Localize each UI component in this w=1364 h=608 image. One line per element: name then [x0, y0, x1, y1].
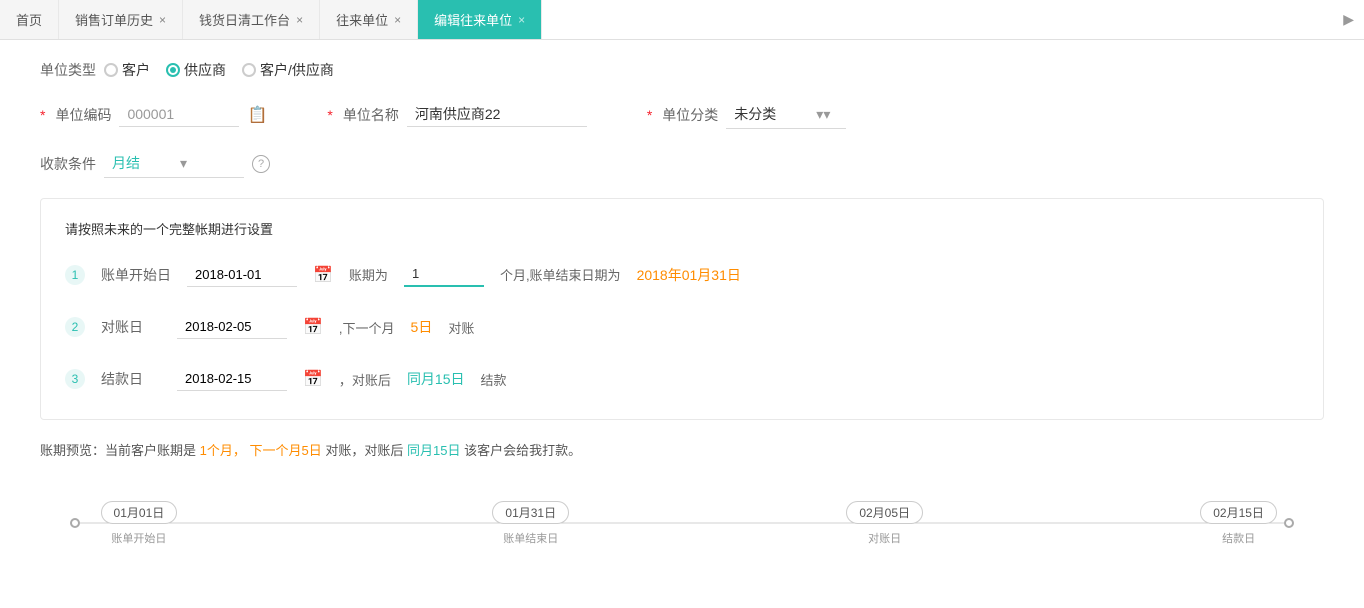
calendar-icon-2[interactable]: 📅: [303, 317, 323, 337]
period-prefix: 账期为: [349, 265, 388, 284]
period-unit: 个月,账单结束日期为: [500, 265, 621, 284]
unit-category-value: 未分类: [734, 104, 776, 124]
copy-icon[interactable]: 📋: [247, 105, 267, 125]
tab-scroll-arrow[interactable]: ▶: [1333, 0, 1364, 39]
unit-code-label: 单位编码: [55, 105, 111, 125]
chevron-down-icon: ▾: [180, 155, 187, 172]
timeline-dot-left: [70, 518, 80, 528]
timeline-node-box-4: 02月15日: [1200, 501, 1277, 524]
row-item-2: 2 对账日 📅 ,下一个月 5日 对账: [65, 315, 1299, 339]
payment-terms-value: 月结: [112, 153, 140, 173]
reconcile-date-input[interactable]: [177, 315, 287, 339]
preview-reconcile-suffix: 对账，对账后: [325, 443, 403, 458]
timeline-label-4: 结款日: [1222, 530, 1255, 546]
row-item-1: 1 账单开始日 📅 账期为 个月,账单结束日期为 2018年01月31日: [65, 262, 1299, 287]
close-icon[interactable]: ×: [394, 13, 401, 27]
timeline-node-3: 02月05日 对账日: [846, 483, 923, 563]
preview-payment-suffix: 该客户会给我打款。: [464, 443, 581, 458]
radio-label-customer-supplier: 客户/供应商: [260, 60, 334, 80]
field-label-3: 结款日: [101, 369, 161, 389]
radio-circle-supplier: [166, 63, 180, 77]
unit-name-input[interactable]: [407, 102, 587, 127]
tab-partners[interactable]: 往来单位 ×: [320, 0, 418, 39]
radio-supplier[interactable]: 供应商: [166, 60, 226, 80]
preview-label: 账期预览：当前客户账期是: [40, 443, 196, 458]
end-date-highlight: 2018年01月31日: [637, 265, 741, 285]
tab-sales-history[interactable]: 销售订单历史 ×: [59, 0, 183, 39]
preview-reconcile-day: 下一个月5日: [250, 443, 322, 458]
timeline-node-box-1: 01月01日: [101, 501, 178, 524]
tab-cash-work[interactable]: 钱货日清工作台 ×: [183, 0, 320, 39]
radio-label-supplier: 供应商: [184, 60, 226, 80]
field-label-1: 账单开始日: [101, 265, 171, 285]
timeline-node-box-2: 01月31日: [492, 501, 569, 524]
calendar-icon-1[interactable]: 📅: [313, 265, 333, 285]
payment-day-highlight: 同月15日: [407, 369, 465, 389]
radio-group-unit-type: 客户 供应商 客户/供应商: [104, 60, 334, 80]
radio-customer-supplier[interactable]: 客户/供应商: [242, 60, 334, 80]
timeline-label-1: 账单开始日: [111, 530, 166, 546]
row-item-3: 3 结款日 📅 ，对账后同月15日 结款: [65, 367, 1299, 391]
timeline-node-box-3: 02月05日: [846, 501, 923, 524]
required-star-name: *: [327, 107, 332, 123]
close-icon[interactable]: ×: [159, 13, 166, 27]
calendar-icon-3[interactable]: 📅: [303, 369, 323, 389]
row-num-2: 2: [65, 317, 85, 337]
timeline-label-2: 账单结束日: [503, 530, 558, 546]
reconcile-suffix: 对账: [448, 318, 474, 337]
required-star-code: *: [40, 107, 45, 123]
reconcile-desc: ,下一个月: [339, 318, 395, 337]
field-label-2: 对账日: [101, 317, 161, 337]
payment-desc: ，对账后: [339, 370, 391, 389]
preview-text: 账期预览：当前客户账期是 1个月， 下一个月5日 对账，对账后 同月15日 该客…: [40, 440, 1324, 459]
preview-period: 1个月，: [200, 443, 246, 458]
timeline-node-2: 01月31日 账单结束日: [492, 483, 569, 563]
main-content: 单位类型 客户 供应商 客户/供应商 * 单位编码: [0, 40, 1364, 608]
reconcile-day-highlight: 5日: [411, 317, 433, 337]
row-num-3: 3: [65, 369, 85, 389]
unit-code-group: * 单位编码 📋: [40, 102, 267, 127]
start-date-input[interactable]: [187, 263, 297, 287]
unit-type-group: 单位类型 客户 供应商 客户/供应商: [40, 60, 334, 80]
timeline-label-3: 对账日: [868, 530, 901, 546]
unit-info-row: * 单位编码 📋 * 单位名称 * 单位分类 未分类 ▾: [40, 100, 1324, 129]
payment-terms-group: 收款条件 月结 ▾ ?: [40, 149, 270, 178]
unit-type-row: 单位类型 客户 供应商 客户/供应商: [40, 60, 1324, 80]
row-num-1: 1: [65, 265, 85, 285]
tab-edit-partner[interactable]: 编辑往来单位 ×: [418, 0, 542, 39]
radio-customer[interactable]: 客户: [104, 60, 150, 80]
radio-label-customer: 客户: [122, 60, 150, 80]
unit-name-label: 单位名称: [343, 105, 399, 125]
preview-payment-day: 同月15日: [407, 443, 460, 458]
preview-section: 账期预览：当前客户账期是 1个月， 下一个月5日 对账，对账后 同月15日 该客…: [40, 440, 1324, 563]
payment-terms-label: 收款条件: [40, 154, 96, 174]
unit-category-group: * 单位分类 未分类 ▾: [647, 100, 846, 129]
radio-circle-customer: [104, 63, 118, 77]
timeline-node-4: 02月15日 结款日: [1200, 483, 1277, 563]
timeline-node-1: 01月01日 账单开始日: [101, 483, 178, 563]
unit-category-label: 单位分类: [662, 105, 718, 125]
tab-bar: 首页 销售订单历史 × 钱货日清工作台 × 往来单位 × 编辑往来单位 × ▶: [0, 0, 1364, 40]
payment-suffix: 结款: [481, 370, 507, 389]
payment-date-input[interactable]: [177, 367, 287, 391]
section-title: 请按照未来的一个完整帐期进行设置: [65, 219, 1299, 238]
timeline: 01月01日 账单开始日 01月31日 账单结束日 02月05日 对账日 02月…: [50, 483, 1314, 563]
close-icon[interactable]: ×: [296, 13, 303, 27]
unit-code-input[interactable]: [119, 102, 239, 127]
tab-home[interactable]: 首页: [0, 0, 59, 39]
unit-name-group: * 单位名称: [327, 102, 586, 127]
timeline-dot-right: [1284, 518, 1294, 528]
settings-section: 请按照未来的一个完整帐期进行设置 1 账单开始日 📅 账期为 个月,账单结束日期…: [40, 198, 1324, 420]
payment-terms-row: 收款条件 月结 ▾ ?: [40, 149, 1324, 178]
help-icon[interactable]: ?: [252, 155, 270, 173]
payment-terms-select[interactable]: 月结 ▾: [104, 149, 244, 178]
radio-circle-customer-supplier: [242, 63, 256, 77]
required-star-category: *: [647, 107, 652, 123]
chevron-down-icon: ▾: [816, 106, 830, 123]
period-input[interactable]: [404, 262, 484, 287]
unit-category-select[interactable]: 未分类 ▾: [726, 100, 846, 129]
close-icon[interactable]: ×: [518, 13, 525, 27]
timeline-line: [70, 523, 1294, 524]
unit-type-label: 单位类型: [40, 60, 96, 80]
